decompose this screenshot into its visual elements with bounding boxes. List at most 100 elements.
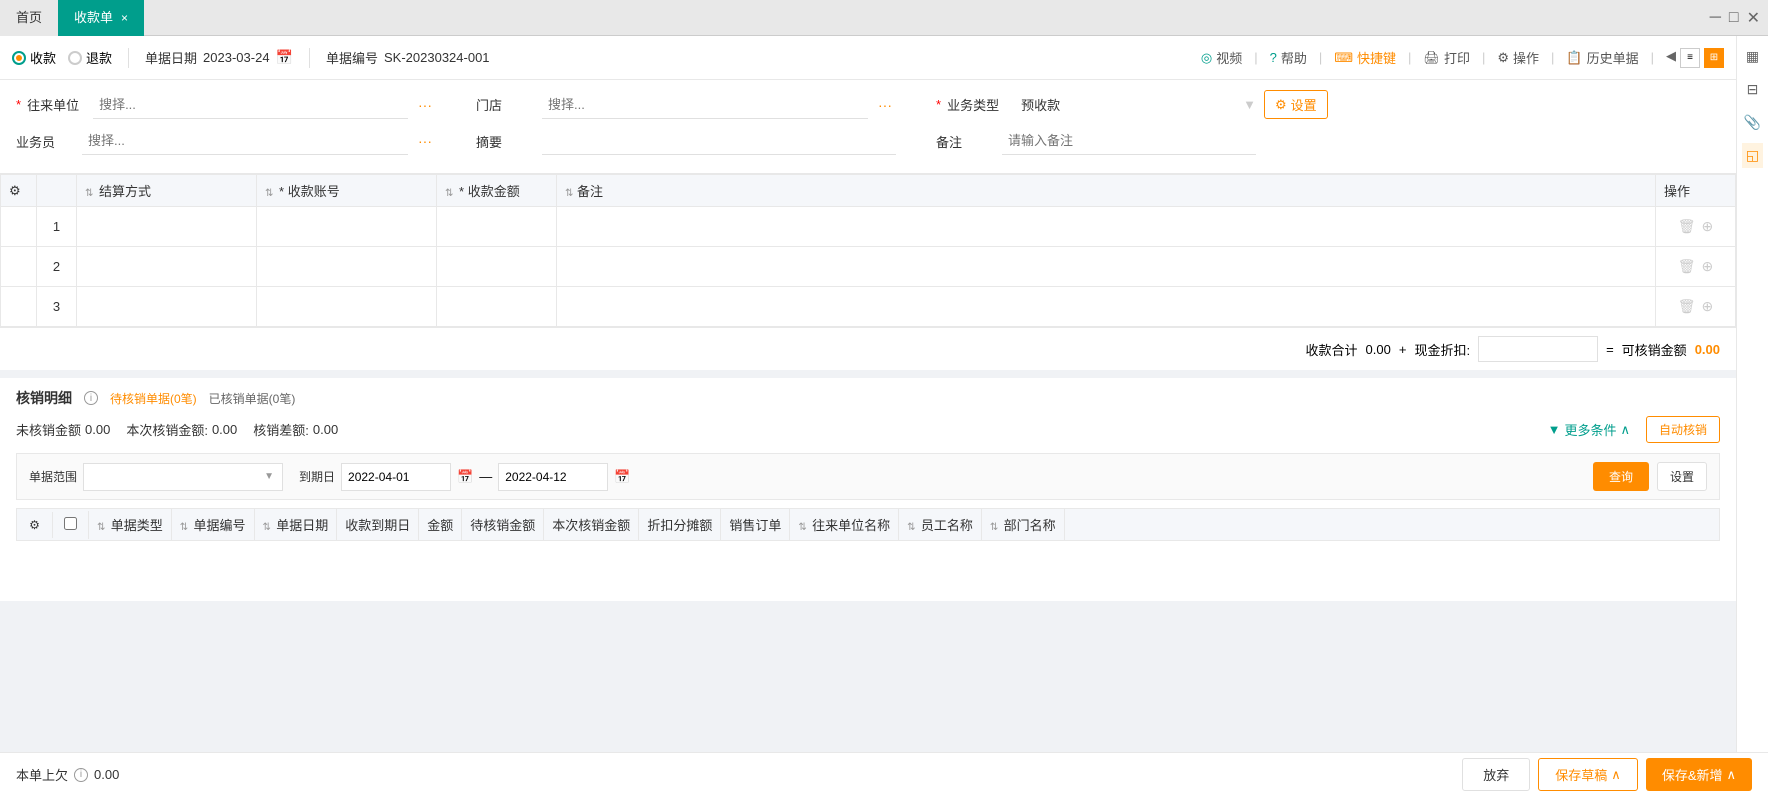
sidebar-table-icon[interactable]: ▦ (1742, 44, 1763, 69)
window-maximize-icon[interactable]: □ (1729, 9, 1739, 27)
td-account-3[interactable] (257, 287, 437, 327)
radio-tuikuan[interactable]: 退款 (68, 48, 112, 67)
note-input[interactable] (1002, 127, 1256, 155)
bth-settings[interactable]: ⚙ (17, 512, 53, 538)
verify-info-icon[interactable]: i (84, 391, 98, 405)
copy-row-3-icon[interactable]: ⊕ (1702, 298, 1714, 315)
td-account-1[interactable] (257, 207, 437, 247)
verify-stats: 未核销金额 0.00 本次核销金额: 0.00 核销差额: 0.00 ▼ 更多条… (16, 416, 1720, 443)
bth-date: ⇅ 单据日期 (255, 509, 338, 540)
staff-input[interactable] (82, 127, 408, 155)
action-print[interactable]: 🖨 打印 (1423, 48, 1470, 67)
copy-row-2-icon[interactable]: ⊕ (1702, 258, 1714, 275)
calendar-from-icon[interactable]: 📅 (457, 469, 473, 485)
more-conditions-btn[interactable]: ▼ 更多条件 ∧ (1548, 420, 1630, 439)
radio-shoukuan[interactable]: 收款 (12, 48, 56, 67)
td-jiesuan-2[interactable] (77, 247, 257, 287)
auto-verify-button[interactable]: 自动核销 (1646, 416, 1720, 443)
bth-dept: ⇅ 部门名称 (982, 509, 1065, 540)
empty-table-body (16, 541, 1720, 591)
action-help[interactable]: ? 帮助 (1270, 48, 1307, 67)
sort-icon-account[interactable]: ⇅ (265, 188, 273, 199)
operate-icon: ⚙ (1497, 50, 1509, 66)
copy-row-1-icon[interactable]: ⊕ (1702, 218, 1714, 235)
summary-input[interactable] (542, 127, 896, 155)
td-amount-2[interactable] (437, 247, 557, 287)
unverified-value: 0.00 (85, 422, 110, 437)
view-grid-icon[interactable]: ⊞ (1704, 48, 1724, 68)
save-new-button[interactable]: 保存&新增 ∧ (1646, 758, 1752, 791)
action-operate[interactable]: ⚙ 操作 (1497, 48, 1539, 67)
vendor-input[interactable] (93, 91, 408, 119)
sort-icon-note[interactable]: ⇅ (565, 188, 573, 199)
td-num-1: 1 (37, 207, 77, 247)
tab-home[interactable]: 首页 (0, 0, 58, 36)
filter-settings-button[interactable]: 设置 (1657, 462, 1707, 491)
date-label: 单据日期 (145, 48, 197, 67)
sort-dept-icon[interactable]: ⇅ (990, 522, 998, 533)
stat-info-icon[interactable]: i (74, 768, 88, 782)
action-video[interactable]: ◎ 视频 (1201, 48, 1242, 67)
sidebar-expand-icon[interactable]: ◱ (1742, 143, 1763, 168)
td-amount-1[interactable] (437, 207, 557, 247)
sort-type-icon[interactable]: ⇅ (97, 522, 105, 533)
staff-more-btn[interactable]: ··· (414, 133, 436, 149)
td-note-1[interactable] (557, 207, 1656, 247)
abandon-button[interactable]: 放弃 (1462, 758, 1530, 791)
bth-checkbox[interactable] (53, 511, 89, 539)
select-all-checkbox[interactable] (64, 517, 77, 530)
td-note-3[interactable] (557, 287, 1656, 327)
view-list-icon[interactable]: ≡ (1680, 48, 1700, 68)
sort-icon-amount[interactable]: ⇅ (445, 188, 453, 199)
tab-done[interactable]: 已核销单据(0笔) (209, 390, 296, 407)
sort-vendor-icon[interactable]: ⇅ (798, 522, 806, 533)
summary-label: 摘要 (476, 132, 536, 151)
td-amount-3[interactable] (437, 287, 557, 327)
filter-icon: ▼ (1548, 422, 1561, 437)
date-from-input[interactable] (341, 463, 451, 491)
prev-page-icon[interactable]: ◀ (1666, 48, 1676, 68)
vendor-more-btn[interactable]: ··· (414, 97, 436, 113)
tab-close-icon[interactable]: × (121, 0, 128, 36)
bth-pending: 待核销金额 (462, 509, 544, 540)
discount-input[interactable] (1478, 336, 1598, 362)
range-select[interactable]: ▼ (83, 463, 283, 491)
tab-pending[interactable]: 待核销单据(0笔) (110, 390, 197, 407)
td-jiesuan-1[interactable] (77, 207, 257, 247)
sidebar-attach-icon[interactable]: 📎 (1740, 110, 1765, 135)
td-settings-3 (1, 287, 37, 327)
range-filter: 单据范围 ▼ (29, 463, 283, 491)
td-note-2[interactable] (557, 247, 1656, 287)
th-settings[interactable]: ⚙ (1, 175, 37, 207)
query-button[interactable]: 查询 (1593, 462, 1649, 491)
shop-input[interactable] (542, 91, 868, 119)
action-shortcut[interactable]: ⌨ 快捷键 (1334, 48, 1396, 67)
sort-icon-jiesuan[interactable]: ⇅ (85, 188, 93, 199)
th-note-label: 备注 (577, 184, 603, 199)
window-minimize-icon[interactable]: ─ (1710, 9, 1721, 27)
save-draft-button[interactable]: 保存草稿 ∧ (1538, 758, 1638, 791)
business-chevron-icon[interactable]: ▼ (1243, 97, 1256, 112)
date-to-input[interactable] (498, 463, 608, 491)
delete-row-1-icon[interactable]: 🗑 (1678, 218, 1696, 235)
sort-staff-icon[interactable]: ⇅ (907, 522, 915, 533)
bth-staff: ⇅ 员工名称 (899, 509, 982, 540)
main-content: 收款 退款 单据日期 2023-03-24 📅 单据编号 SK-20230324… (0, 36, 1736, 752)
td-account-2[interactable] (257, 247, 437, 287)
sort-date-icon[interactable]: ⇅ (263, 522, 271, 533)
shop-more-btn[interactable]: ··· (874, 97, 896, 113)
sidebar-doc-icon[interactable]: ⊟ (1743, 77, 1763, 102)
sort-number-icon[interactable]: ⇅ (180, 522, 188, 533)
total-label: 收款合计 (1306, 340, 1358, 359)
tab-active[interactable]: 收款单 × (58, 0, 144, 36)
delete-row-3-icon[interactable]: 🗑 (1678, 298, 1696, 315)
td-jiesuan-3[interactable] (77, 287, 257, 327)
settings-button[interactable]: ⚙ 设置 (1264, 90, 1328, 119)
delete-row-2-icon[interactable]: 🗑 (1678, 258, 1696, 275)
window-close-icon[interactable]: ✕ (1747, 8, 1760, 28)
bth-receive-date: 收款到期日 (337, 509, 419, 540)
action-history[interactable]: 📋 历史单据 (1566, 48, 1638, 67)
calendar-to-icon[interactable]: 📅 (614, 469, 630, 485)
calendar-icon[interactable]: 📅 (276, 49, 293, 66)
td-action-2: 🗑 ⊕ (1656, 247, 1736, 287)
